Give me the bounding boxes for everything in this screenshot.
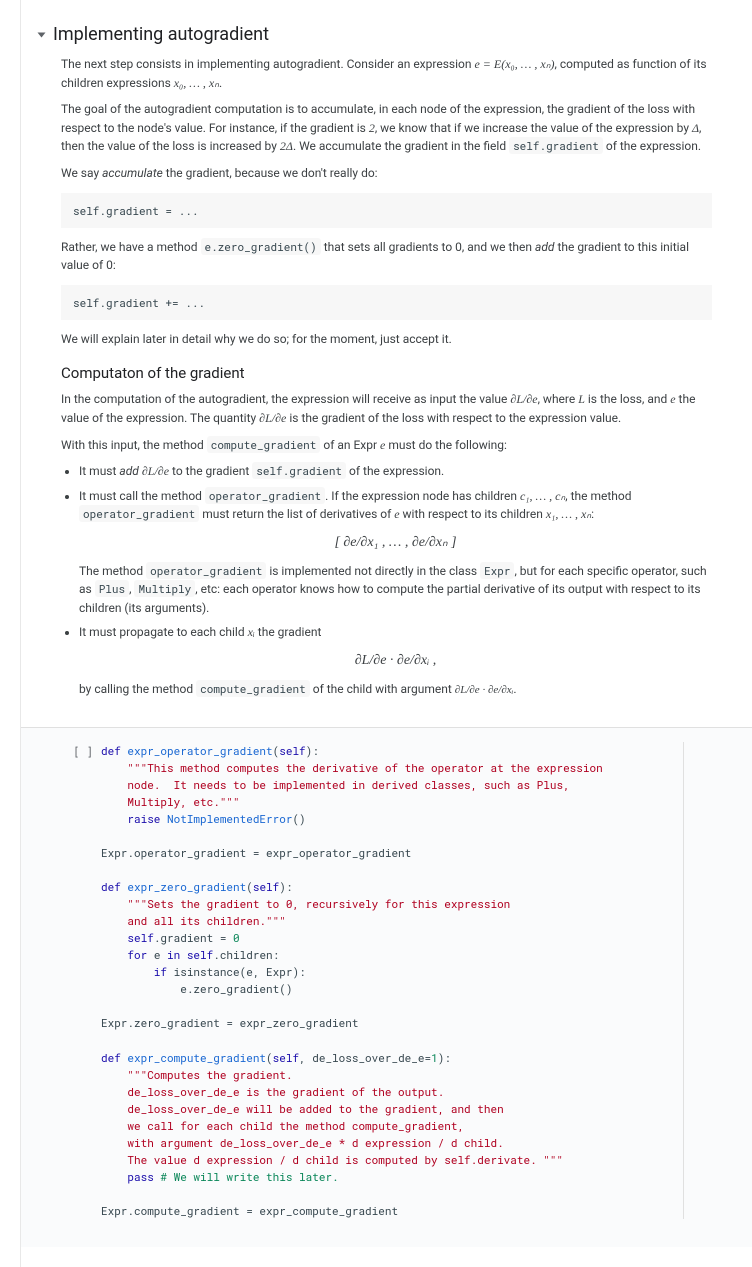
paragraph: We will explain later in detail why we d… [61,330,712,349]
math-display: [ ∂e/∂x₁ , … , ∂e/∂xₙ ] [79,532,712,554]
code-block: self.gradient += ... [61,285,712,320]
requirements-list: It must add ∂L/∂e to the gradient self.g… [79,462,712,699]
inline-code: e.zero_gradient() [201,238,321,255]
inline-code: self.gradient [252,462,346,479]
paragraph: We say accumulate the gradient, because … [61,164,712,183]
inline-code: Plus [95,580,129,597]
inline-code: Expr [480,562,514,579]
section-header-row[interactable]: Implementing autogradient [39,24,712,45]
math: e = E(x₀, … , xₙ) [474,57,554,71]
math: x₀, … , xₙ [174,76,219,90]
paragraph: The goal of the autogradient computation… [61,100,712,156]
inline-code: operator_gradient [79,505,199,522]
paragraph: The next step consists in implementing a… [61,55,712,92]
paragraph: In the computation of the autogradient, … [61,390,712,427]
inline-code: operator_gradient [146,562,266,579]
notebook-text-cell: Implementing autogradient The next step … [20,0,752,1267]
list-item: It must propagate to each child xᵢ the g… [79,623,712,698]
inline-code: compute_gradient [207,436,321,453]
collapse-caret-icon[interactable] [38,32,46,37]
code-editor[interactable]: def expr_operator_gradient(self): """Thi… [101,742,684,1219]
paragraph: With this input, the method compute_grad… [61,436,712,455]
list-item: It must add ∂L/∂e to the gradient self.g… [79,462,712,481]
math-display: ∂L/∂e · ∂e/∂xᵢ , [79,650,712,672]
code-cell[interactable]: [ ] def expr_operator_gradient(self): ""… [21,727,752,1247]
inline-code: Multiply [134,580,195,597]
inline-code: compute_gradient [196,680,310,697]
list-item: It must call the method operator_gradien… [79,487,712,618]
subsection-title: Computaton of the gradient [61,364,712,382]
paragraph: Rather, we have a method e.zero_gradient… [61,238,712,275]
cell-execution-indicator[interactable]: [ ] [61,742,101,759]
section-title: Implementing autogradient [53,24,269,45]
code-block: self.gradient = ... [61,193,712,228]
inline-code: operator_gradient [205,487,325,504]
inline-code: self.gradient [509,137,603,154]
